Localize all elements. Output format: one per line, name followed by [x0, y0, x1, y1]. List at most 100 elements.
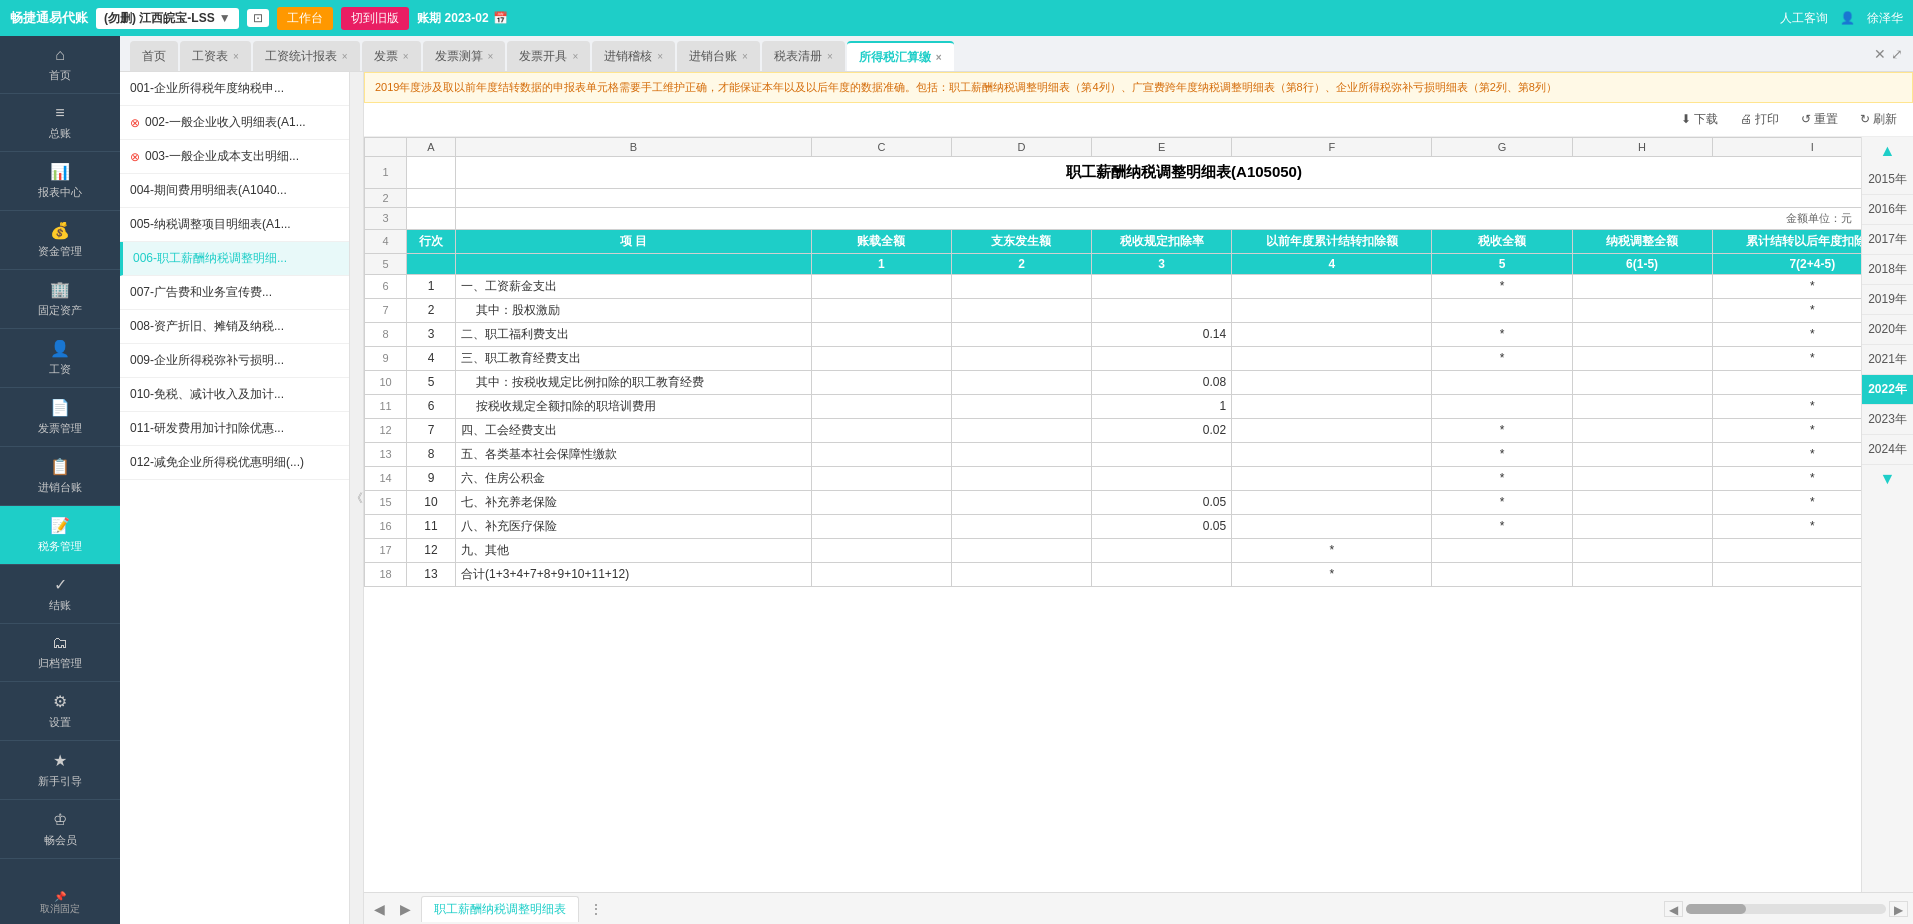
tab-invoice-calc[interactable]: 发票测算×	[423, 41, 506, 71]
close-icon[interactable]: ×	[342, 51, 348, 62]
table-row[interactable]: 10 5 其中：按税收规定比例扣除的职工教育经费 0.08	[365, 370, 1913, 394]
panel-collapse-button[interactable]: 《	[350, 72, 364, 924]
support-label[interactable]: 人工客询	[1780, 10, 1828, 27]
scroll-left-button[interactable]: ◀	[1664, 901, 1683, 917]
year-nav-down-button[interactable]: ▼	[1862, 465, 1913, 493]
sidebar-item-label: 畅会员	[44, 833, 77, 848]
year-item-2017[interactable]: 2017年	[1862, 225, 1913, 255]
tab-purchase-check[interactable]: 进销稽核×	[592, 41, 675, 71]
tab-invoice-open[interactable]: 发票开具×	[507, 41, 590, 71]
close-icon[interactable]: ×	[233, 51, 239, 62]
scroll-right-button[interactable]: ▶	[1889, 901, 1908, 917]
sheet-tab-active[interactable]: 职工薪酬纳税调整明细表	[421, 896, 579, 922]
table-row[interactable]: 6 1 一、工资薪金支出 * *	[365, 274, 1913, 298]
close-icon[interactable]: ×	[657, 51, 663, 62]
sheet-nav-prev-button[interactable]: ◀	[369, 901, 390, 917]
table-row[interactable]: 17 12 九、其他 *	[365, 538, 1913, 562]
unpin-button[interactable]: 📌 取消固定	[0, 883, 120, 924]
scroll-thumb	[1686, 904, 1746, 914]
table-row[interactable]: 15 10 七、补充养老保险 0.05 * *	[365, 490, 1913, 514]
tab-salary[interactable]: 工资表×	[180, 41, 251, 71]
close-icon[interactable]: ×	[488, 51, 494, 62]
list-item-005[interactable]: 005-纳税调整项目明细表(A1...	[120, 208, 349, 242]
sidebar-item-fixed-asset[interactable]: 🏢 固定资产	[0, 270, 120, 329]
table-row[interactable]: 8 3 二、职工福利费支出 0.14 * *	[365, 322, 1913, 346]
sidebar-item-archive[interactable]: 🗂 归档管理	[0, 624, 120, 682]
sidebar-item-guide[interactable]: ★ 新手引导	[0, 741, 120, 800]
table-row[interactable]: 11 6 按税收规定全额扣除的职培训费用 1 *	[365, 394, 1913, 418]
close-all-icon[interactable]: ✕	[1874, 46, 1886, 62]
close-icon[interactable]: ×	[936, 52, 942, 63]
table-row[interactable]: 16 11 八、补充医疗保险 0.05 * *	[365, 514, 1913, 538]
year-item-2016[interactable]: 2016年	[1862, 195, 1913, 225]
close-icon[interactable]: ×	[742, 51, 748, 62]
maximize-icon[interactable]: ⤢	[1891, 46, 1903, 62]
sidebar-item-asset-mgmt[interactable]: 💰 资金管理	[0, 211, 120, 270]
list-item-004[interactable]: 004-期间费用明细表(A1040...	[120, 174, 349, 208]
tab-invoice[interactable]: 发票×	[362, 41, 421, 71]
calendar-icon[interactable]: 📅	[493, 11, 508, 25]
tab-income-tax[interactable]: 所得税汇算缴×	[847, 41, 954, 71]
sidebar-item-report[interactable]: 📊 报表中心	[0, 152, 120, 211]
close-icon[interactable]: ×	[403, 51, 409, 62]
spreadsheet-container[interactable]: A B C D E F G H I	[364, 137, 1913, 893]
list-item-011[interactable]: 011-研发费用加计扣除优惠...	[120, 412, 349, 446]
invoice-icon: 📄	[50, 398, 70, 417]
list-item-007[interactable]: 007-广告费和业务宣传费...	[120, 276, 349, 310]
list-item-002[interactable]: ⊗ 002-一般企业收入明细表(A1...	[120, 106, 349, 140]
table-row[interactable]: 7 2 其中：股权激励 *	[365, 298, 1913, 322]
reset-icon: ↺	[1801, 112, 1811, 126]
company-selector[interactable]: (勿删) 江西皖宝-LSS ▼	[96, 8, 239, 29]
print-button[interactable]: 🖨 打印	[1734, 109, 1785, 130]
workbench-button[interactable]: 工作台	[277, 7, 333, 30]
list-item-012[interactable]: 012-减免企业所得税优惠明细(...)	[120, 446, 349, 480]
list-item-010[interactable]: 010-免税、减计收入及加计...	[120, 378, 349, 412]
list-item-003[interactable]: ⊗ 003-一般企业成本支出明细...	[120, 140, 349, 174]
copy-button[interactable]: ⊡	[247, 9, 269, 27]
sidebar-item-settlement[interactable]: ✓ 结账	[0, 565, 120, 624]
list-item-009[interactable]: 009-企业所得税弥补亏损明...	[120, 344, 349, 378]
tab-home[interactable]: 首页	[130, 41, 178, 71]
year-item-2022[interactable]: 2022年	[1862, 375, 1913, 405]
user-label[interactable]: 徐泽华	[1867, 10, 1903, 27]
scroll-track[interactable]	[1686, 904, 1886, 914]
year-item-2015[interactable]: 2015年	[1862, 165, 1913, 195]
year-item-2018[interactable]: 2018年	[1862, 255, 1913, 285]
home-icon: ⌂	[55, 46, 65, 64]
table-row[interactable]: 12 7 四、工会经费支出 0.02 * *	[365, 418, 1913, 442]
year-item-2024[interactable]: 2024年	[1862, 435, 1913, 465]
list-item-008[interactable]: 008-资产折旧、摊销及纳税...	[120, 310, 349, 344]
year-item-2019[interactable]: 2019年	[1862, 285, 1913, 315]
sidebar-item-home[interactable]: ⌂ 首页	[0, 36, 120, 94]
old-version-button[interactable]: 切到旧版	[341, 7, 409, 30]
tab-salary-report[interactable]: 工资统计报表×	[253, 41, 360, 71]
tab-tax-clearance[interactable]: 税表清册×	[762, 41, 845, 71]
list-item-006[interactable]: 006-职工薪酬纳税调整明细...	[120, 242, 349, 276]
year-item-2020[interactable]: 2020年	[1862, 315, 1913, 345]
reset-button[interactable]: ↺ 重置	[1795, 109, 1844, 130]
table-row[interactable]: 13 8 五、各类基本社会保障性缴款 * *	[365, 442, 1913, 466]
sidebar-item-tax[interactable]: 📝 税务管理	[0, 506, 120, 565]
list-item-001[interactable]: 001-企业所得税年度纳税申...	[120, 72, 349, 106]
table-row[interactable]: 14 9 六、住房公积金 * *	[365, 466, 1913, 490]
table-header-row2: 5 1 2 3	[365, 253, 1913, 274]
sheet-more-icon[interactable]: ⋮	[589, 901, 603, 917]
table-row[interactable]: 9 4 三、职工教育经费支出 * *	[365, 346, 1913, 370]
refresh-button[interactable]: ↻ 刷新	[1854, 109, 1903, 130]
chevron-down-icon: ▼	[219, 11, 231, 25]
sidebar-item-ledger[interactable]: ≡ 总账	[0, 94, 120, 152]
year-nav-up-button[interactable]: ▲	[1862, 137, 1913, 165]
sidebar-item-member[interactable]: ♔ 畅会员	[0, 800, 120, 859]
year-item-2021[interactable]: 2021年	[1862, 345, 1913, 375]
sidebar-item-invoice[interactable]: 📄 发票管理	[0, 388, 120, 447]
table-row[interactable]: 18 13 合计(1+3+4+7+8+9+10+11+12) *	[365, 562, 1913, 586]
year-item-2023[interactable]: 2023年	[1862, 405, 1913, 435]
close-icon[interactable]: ×	[572, 51, 578, 62]
sidebar-item-purchase[interactable]: 📋 进销台账	[0, 447, 120, 506]
download-button[interactable]: ⬇ 下载	[1675, 109, 1724, 130]
sidebar-item-settings[interactable]: ⚙ 设置	[0, 682, 120, 741]
sheet-nav-next-button[interactable]: ▶	[395, 901, 416, 917]
close-icon[interactable]: ×	[827, 51, 833, 62]
tab-purchase-ledger[interactable]: 进销台账×	[677, 41, 760, 71]
sidebar-item-salary[interactable]: 👤 工资	[0, 329, 120, 388]
